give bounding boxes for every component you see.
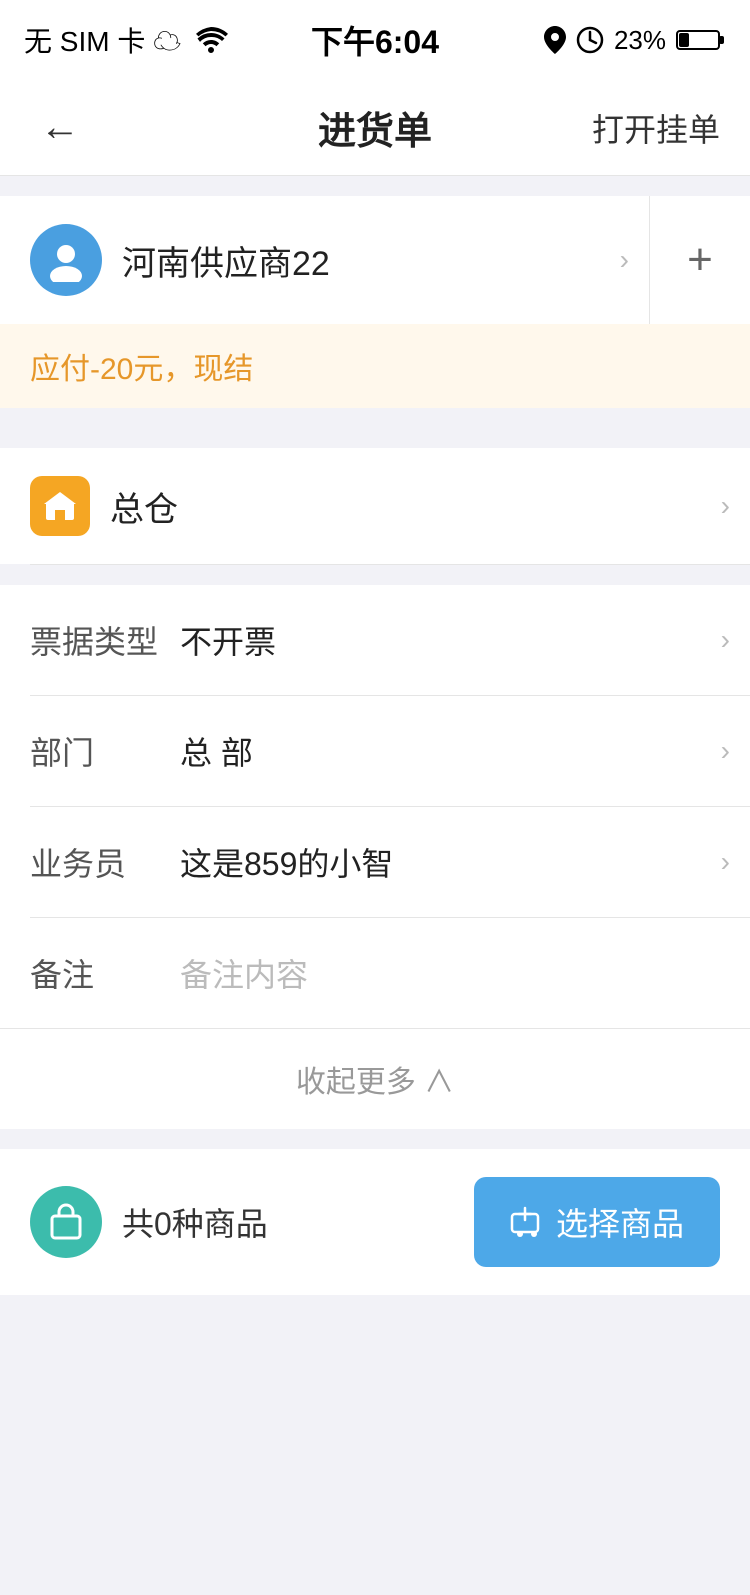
dept-row[interactable]: 部门 总 部 › (0, 696, 750, 806)
supplier-chevron-icon: › (620, 244, 629, 276)
cart-add-icon (510, 1204, 546, 1240)
sim-indicator: 无 SIM 卡 ☁ (24, 20, 181, 60)
remark-input[interactable]: 备注内容 (180, 950, 730, 996)
location-icon (544, 26, 566, 54)
back-button[interactable]: ← (30, 95, 90, 160)
page-title: 进货单 (318, 100, 432, 155)
bill-type-label: 票据类型 (30, 617, 180, 663)
warehouse-building-icon (42, 488, 78, 524)
status-right: 23% (544, 25, 726, 56)
supplier-avatar (30, 224, 102, 296)
supplier-section: 河南供应商22 › + (0, 196, 750, 324)
status-time: 下午6:04 (311, 17, 439, 63)
supplier-row[interactable]: 河南供应商22 › (0, 196, 650, 324)
dept-chevron-icon: › (721, 735, 730, 767)
bill-type-row[interactable]: 票据类型 不开票 › (0, 585, 750, 695)
nav-bar: ← 进货单 打开挂单 (0, 80, 750, 176)
status-left: 无 SIM 卡 ☁ (24, 20, 229, 60)
form-separator-top (30, 564, 750, 565)
salesman-row[interactable]: 业务员 这是859的小智 › (0, 807, 750, 917)
remark-label: 备注 (30, 950, 180, 996)
products-icon-bg (30, 1186, 102, 1258)
warehouse-name: 总仓 (110, 482, 711, 531)
bottom-filler (0, 1295, 750, 1595)
form-section: 票据类型 不开票 › 部门 总 部 › 业务员 这是859的小智 › 备注 备注… (0, 585, 750, 1129)
battery-percent: 23% (614, 25, 666, 56)
battery-icon (676, 27, 726, 53)
dept-label: 部门 (30, 728, 180, 774)
dept-value: 总 部 (180, 728, 711, 774)
separator-1 (0, 176, 750, 196)
remark-row[interactable]: 备注 备注内容 (0, 918, 750, 1028)
products-count: 共0种商品 (122, 1199, 474, 1245)
salesman-value: 这是859的小智 (180, 839, 711, 885)
clock-icon (576, 26, 604, 54)
separator-2 (0, 408, 750, 428)
wifi-icon (193, 27, 229, 53)
status-bar: 无 SIM 卡 ☁ 下午6:04 23% (0, 0, 750, 80)
add-supplier-button[interactable]: + (650, 235, 750, 285)
notice-banner: 应付-20元，现结 (0, 324, 750, 408)
products-section: 共0种商品 选择商品 (0, 1149, 750, 1295)
warehouse-row[interactable]: 总仓 › (0, 448, 750, 564)
warehouse-chevron-icon: › (721, 490, 730, 522)
open-pending-button[interactable]: 打开挂单 (592, 105, 720, 151)
shopping-bag-icon (44, 1200, 88, 1244)
person-icon (44, 238, 88, 282)
select-products-label: 选择商品 (556, 1199, 684, 1245)
collapse-button[interactable]: 收起更多 ∧ (0, 1028, 750, 1129)
salesman-chevron-icon: › (721, 846, 730, 878)
supplier-name: 河南供应商22 (122, 236, 610, 285)
bill-type-chevron-icon: › (721, 624, 730, 656)
bill-type-value: 不开票 (180, 617, 711, 663)
salesman-label: 业务员 (30, 839, 180, 885)
select-products-button[interactable]: 选择商品 (474, 1177, 720, 1267)
warehouse-icon-bg (30, 476, 90, 536)
